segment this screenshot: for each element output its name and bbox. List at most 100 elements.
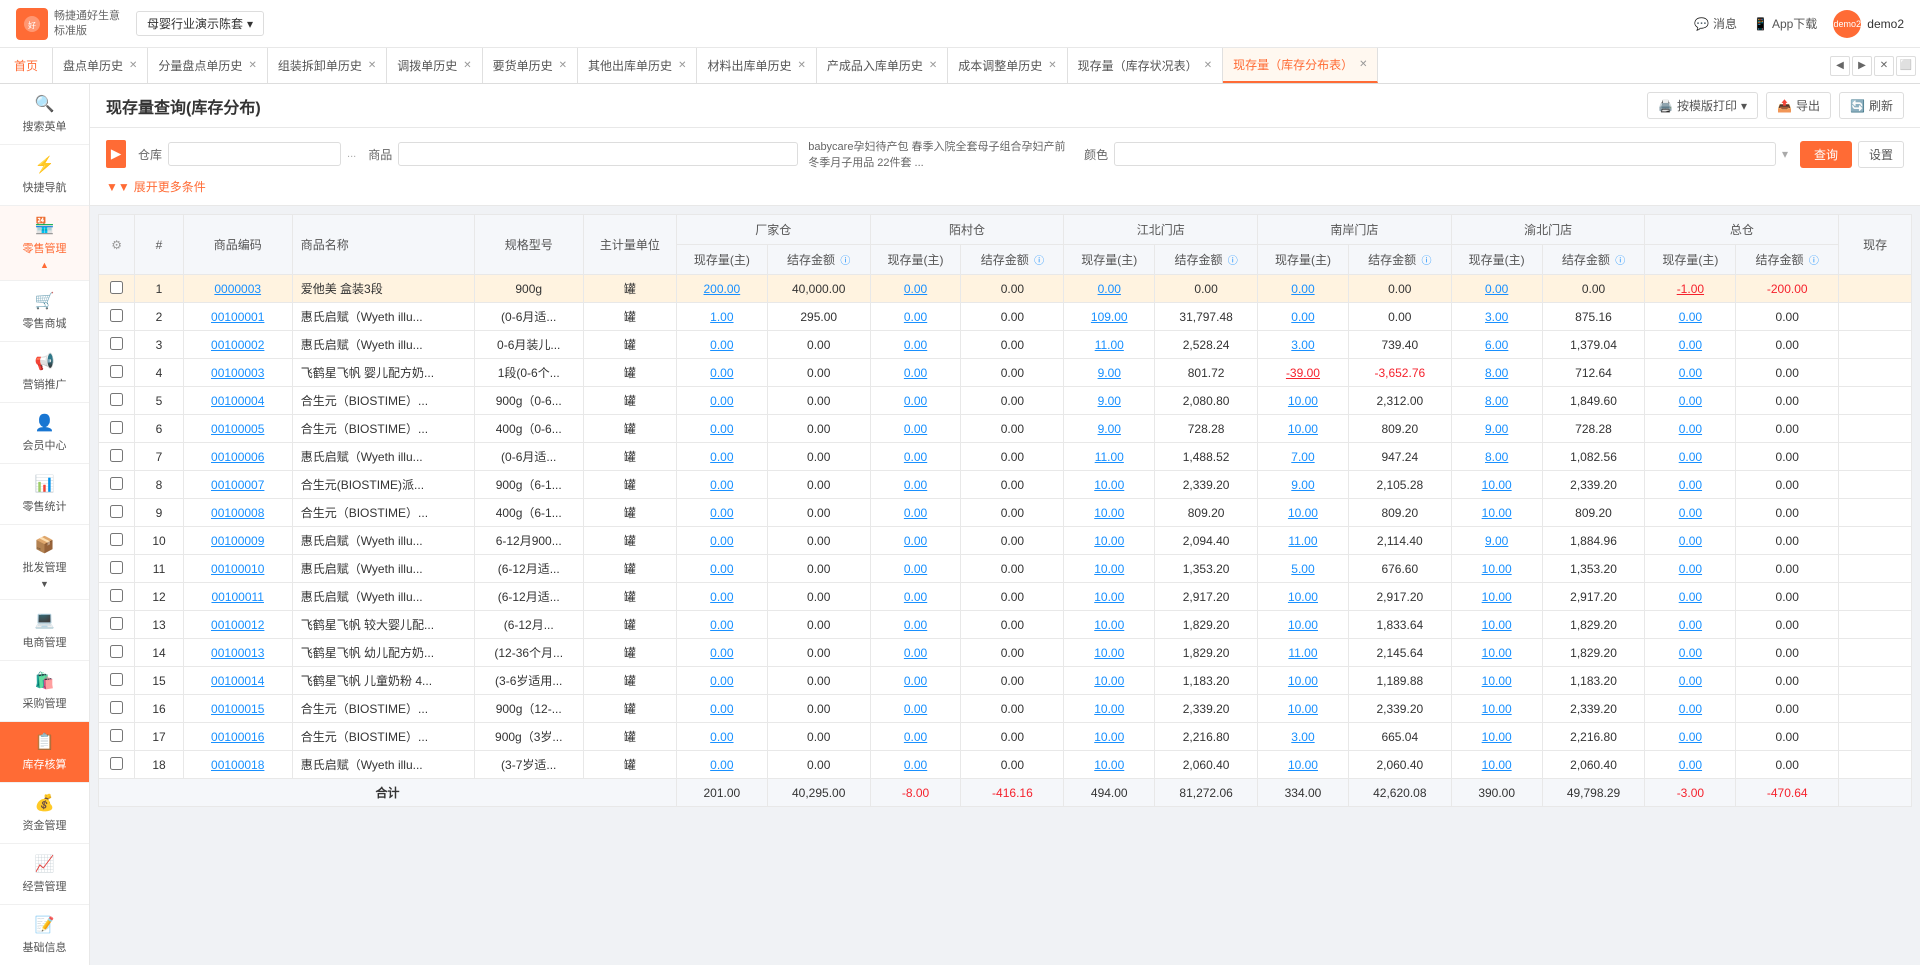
cell-w4-stock[interactable]: 10.00 (1258, 583, 1349, 611)
cell-check[interactable] (99, 359, 135, 387)
cell-total-stock[interactable]: 0.00 (1645, 583, 1736, 611)
cell-check[interactable] (99, 443, 135, 471)
tab-cost-adjust[interactable]: 成本调整单历史 ✕ (948, 48, 1067, 83)
tab-close-icon[interactable]: ✕ (129, 60, 137, 71)
cell-total-stock[interactable]: 0.00 (1645, 639, 1736, 667)
cell-w1-stock[interactable]: 1.00 (676, 303, 767, 331)
cell-w1-stock[interactable]: 0.00 (676, 415, 767, 443)
cell-w1-stock[interactable]: 0.00 (676, 387, 767, 415)
cell-w4-stock[interactable]: 10.00 (1258, 751, 1349, 779)
cell-w4-stock[interactable]: 7.00 (1258, 443, 1349, 471)
cell-w2-stock[interactable]: 0.00 (870, 415, 961, 443)
tab-close-icon[interactable]: ✕ (559, 60, 567, 71)
tab-close-icon[interactable]: ✕ (1204, 60, 1212, 71)
cell-check[interactable] (99, 331, 135, 359)
cell-w2-stock[interactable]: 0.00 (870, 751, 961, 779)
cell-w5-stock[interactable]: 10.00 (1451, 499, 1542, 527)
sidebar-item-retail-stats[interactable]: 📊 零售统计 (0, 464, 89, 525)
refresh-btn[interactable]: 🔄 刷新 (1839, 92, 1904, 119)
cell-w3-stock[interactable]: 10.00 (1064, 695, 1155, 723)
cell-code[interactable]: 00100010 (183, 555, 292, 583)
cell-check[interactable] (99, 555, 135, 583)
cell-w1-stock[interactable]: 0.00 (676, 359, 767, 387)
cell-w1-stock[interactable]: 200.00 (676, 275, 767, 303)
tab-prev-btn[interactable]: ◀ (1830, 56, 1850, 76)
cell-code[interactable]: 00100007 (183, 471, 292, 499)
sidebar-item-purchase[interactable]: 🛍️ 采购管理 (0, 661, 89, 722)
cell-code[interactable]: 00100003 (183, 359, 292, 387)
sidebar-item-wholesale[interactable]: 📦 批发管理 ▼ (0, 525, 89, 600)
cell-total-stock[interactable]: -1.00 (1645, 275, 1736, 303)
tab-close-icon[interactable]: ✕ (797, 60, 805, 71)
tab-close-icon[interactable]: ✕ (463, 60, 471, 71)
cell-w4-stock[interactable]: 10.00 (1258, 695, 1349, 723)
cell-w3-stock[interactable]: 109.00 (1064, 303, 1155, 331)
tab-expand-btn[interactable]: ⬜ (1896, 56, 1916, 76)
tab-product-in[interactable]: 产成品入库单历史 ✕ (817, 48, 948, 83)
cell-w5-stock[interactable]: 8.00 (1451, 387, 1542, 415)
app-download-btn[interactable]: 📱 App下载 (1753, 15, 1817, 32)
cell-w5-stock[interactable]: 10.00 (1451, 555, 1542, 583)
cell-w1-stock[interactable]: 0.00 (676, 583, 767, 611)
cell-w4-stock[interactable]: 0.00 (1258, 303, 1349, 331)
tab-stock-status[interactable]: 现存量（库存状况表） ✕ (1068, 48, 1223, 83)
cell-w3-stock[interactable]: 10.00 (1064, 611, 1155, 639)
cell-w4-stock[interactable]: 10.00 (1258, 499, 1349, 527)
cell-w4-stock[interactable]: 10.00 (1258, 387, 1349, 415)
cell-w5-stock[interactable]: 10.00 (1451, 611, 1542, 639)
cell-w4-stock[interactable]: 10.00 (1258, 415, 1349, 443)
cell-total-stock[interactable]: 0.00 (1645, 751, 1736, 779)
tab-other-out[interactable]: 其他出库单历史 ✕ (578, 48, 697, 83)
cell-code[interactable]: 00100002 (183, 331, 292, 359)
sidebar-item-member[interactable]: 👤 会员中心 (0, 403, 89, 464)
cell-code[interactable]: 00100004 (183, 387, 292, 415)
cell-w2-stock[interactable]: 0.00 (870, 639, 961, 667)
cell-w5-stock[interactable]: 10.00 (1451, 471, 1542, 499)
cell-w4-stock[interactable]: 5.00 (1258, 555, 1349, 583)
cell-w4-stock[interactable]: -39.00 (1258, 359, 1349, 387)
goods-input[interactable] (398, 142, 798, 166)
tab-split-stock[interactable]: 分量盘点单历史 ✕ (148, 48, 267, 83)
cell-w5-stock[interactable]: 10.00 (1451, 667, 1542, 695)
cell-w3-stock[interactable]: 10.00 (1064, 723, 1155, 751)
cell-w2-stock[interactable]: 0.00 (870, 499, 961, 527)
cell-check[interactable] (99, 499, 135, 527)
tab-close-icon[interactable]: ✕ (248, 60, 256, 71)
cell-check[interactable] (99, 527, 135, 555)
cell-w1-stock[interactable]: 0.00 (676, 555, 767, 583)
info-icon[interactable]: ⓘ (1034, 256, 1044, 267)
cell-code[interactable]: 00100012 (183, 611, 292, 639)
cell-w3-stock[interactable]: 10.00 (1064, 639, 1155, 667)
cell-w3-stock[interactable]: 10.00 (1064, 751, 1155, 779)
tab-material-in[interactable]: 材料出库单历史 ✕ (697, 48, 816, 83)
cell-w1-stock[interactable]: 0.00 (676, 723, 767, 751)
info-icon[interactable]: ⓘ (840, 256, 850, 267)
cell-check[interactable] (99, 751, 135, 779)
cell-w3-stock[interactable]: 11.00 (1064, 443, 1155, 471)
tab-close-icon[interactable]: ✕ (1048, 60, 1056, 71)
sidebar-item-finance[interactable]: 💰 资金管理 (0, 783, 89, 844)
warehouse-input[interactable] (168, 142, 341, 166)
cell-w1-stock[interactable]: 0.00 (676, 331, 767, 359)
cell-total-stock[interactable]: 0.00 (1645, 667, 1736, 695)
cell-w2-stock[interactable]: 0.00 (870, 471, 961, 499)
cell-total-stock[interactable]: 0.00 (1645, 415, 1736, 443)
info-icon[interactable]: ⓘ (1421, 256, 1431, 267)
filter-expand-btn[interactable]: ▶ (106, 140, 126, 168)
sidebar-item-basic-info[interactable]: 📝 基础信息 (0, 905, 89, 965)
cell-w2-stock[interactable]: 0.00 (870, 555, 961, 583)
cell-w3-stock[interactable]: 11.00 (1064, 331, 1155, 359)
message-btn[interactable]: 💬 消息 (1694, 15, 1737, 32)
cell-w5-stock[interactable]: 10.00 (1451, 639, 1542, 667)
cell-w3-stock[interactable]: 10.00 (1064, 555, 1155, 583)
cell-total-stock[interactable]: 0.00 (1645, 695, 1736, 723)
cell-check[interactable] (99, 275, 135, 303)
cell-check[interactable] (99, 471, 135, 499)
tab-stock-dist[interactable]: 现存量（库存分布表） ✕ (1223, 48, 1378, 83)
cell-w4-stock[interactable]: 10.00 (1258, 667, 1349, 695)
tab-close-icon[interactable]: ✕ (929, 60, 937, 71)
cell-w2-stock[interactable]: 0.00 (870, 443, 961, 471)
cell-code[interactable]: 00100018 (183, 751, 292, 779)
info-icon[interactable]: ⓘ (1228, 256, 1238, 267)
settings-icon[interactable]: ⚙ (111, 238, 122, 252)
